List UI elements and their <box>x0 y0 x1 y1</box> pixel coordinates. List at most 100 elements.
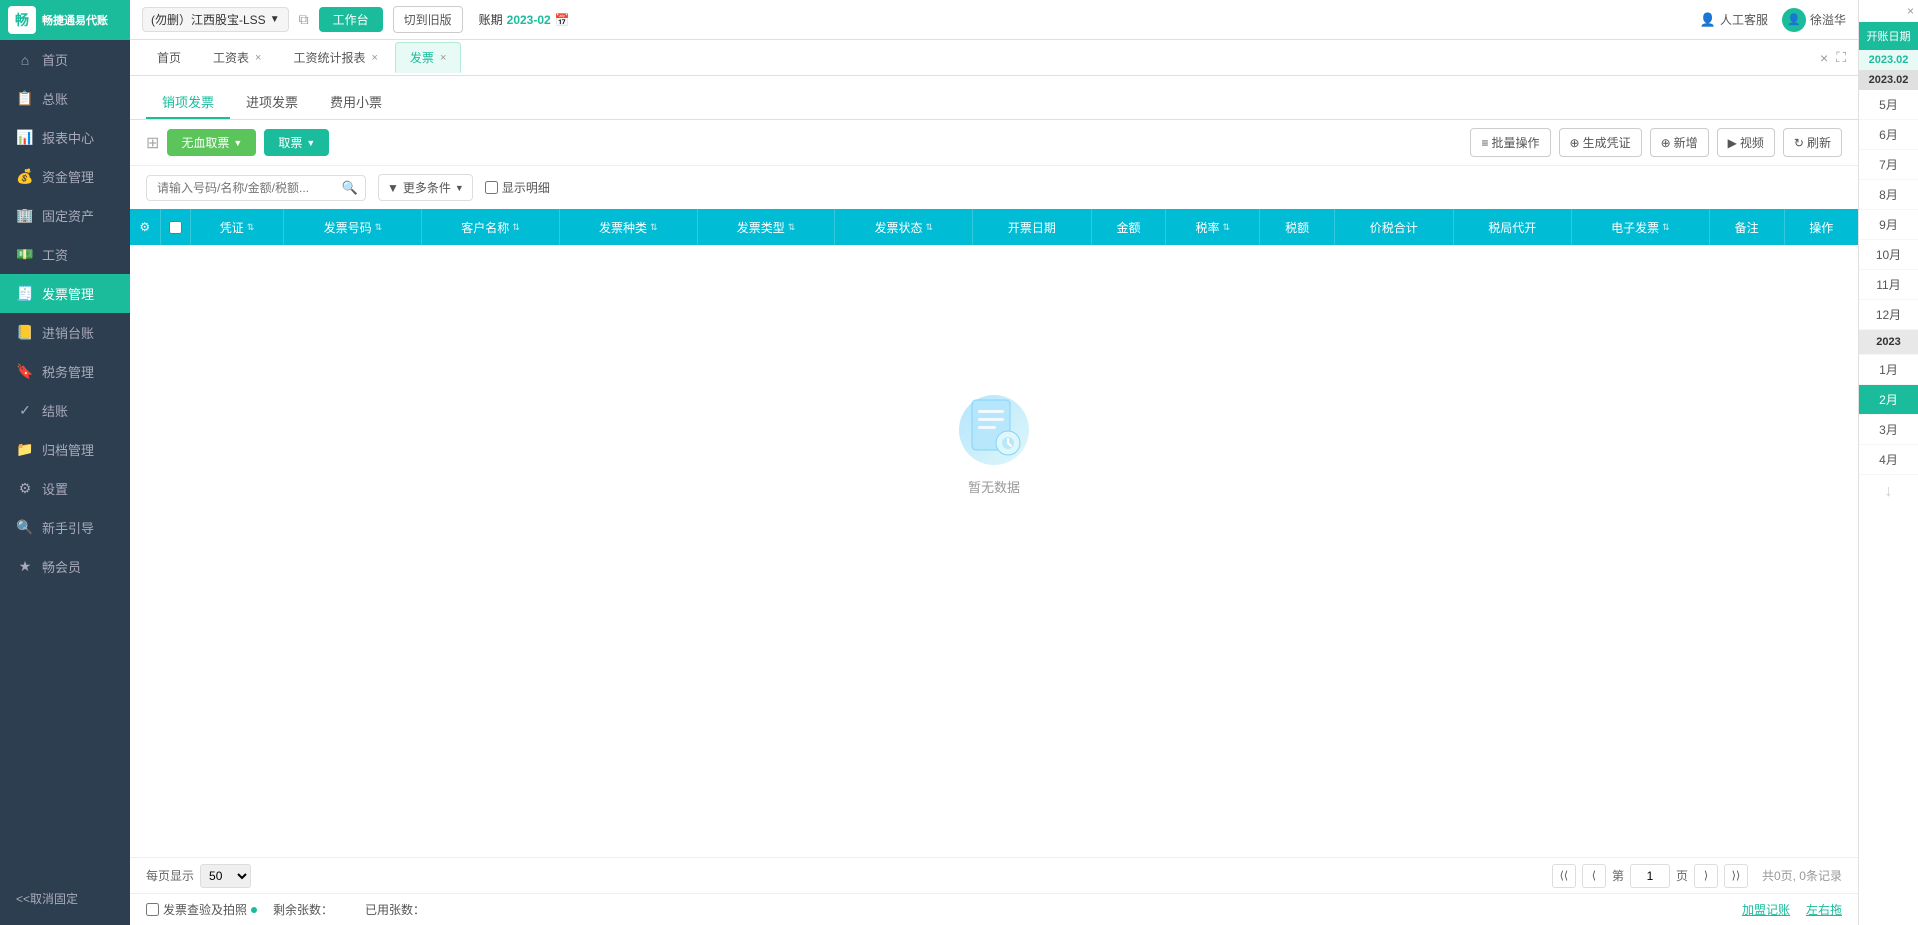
subtab-expense[interactable]: 费用小票 <box>314 86 398 119</box>
status-dot <box>251 907 257 913</box>
tabsbar-close-icon[interactable]: × <box>1820 50 1828 66</box>
sidebar-item-funds[interactable]: 💰 资金管理 <box>0 157 130 196</box>
user-profile[interactable]: 👤 徐溢华 <box>1782 8 1846 32</box>
no-tax-btn[interactable]: 无血取票 ▼ <box>167 129 256 156</box>
th-tax-rate[interactable]: 税率⇅ <box>1166 209 1260 245</box>
sidebar-item-archive[interactable]: 📁 归档管理 <box>0 430 130 469</box>
show-detail-checkbox[interactable]: 显示明细 <box>485 179 550 196</box>
subtab-sales-label: 销项发票 <box>162 95 214 110</box>
sidebar-unpin-btn[interactable]: <<取消固定 <box>10 882 120 915</box>
copy-icon[interactable]: ⧉ <box>299 11 309 28</box>
th-amount[interactable]: 金额 <box>1091 209 1166 245</box>
calendar-icon[interactable]: 📅 <box>555 13 570 27</box>
th-status[interactable]: 发票状态⇅ <box>835 209 973 245</box>
sidebar-item-member[interactable]: ★ 畅会员 <box>0 547 130 586</box>
search-input[interactable] <box>146 175 366 201</box>
sidebar-item-guide[interactable]: 🔍 新手引导 <box>0 508 130 547</box>
month-4[interactable]: 4月 <box>1859 445 1918 475</box>
th-remark[interactable]: 备注 <box>1709 209 1784 245</box>
tab-payroll-close-icon[interactable]: × <box>255 52 261 64</box>
sidebar-item-home[interactable]: ⌂ 首页 <box>0 40 130 79</box>
open-date-label: 开票日期 <box>1008 219 1056 236</box>
sidebar-item-settings[interactable]: ⚙ 设置 <box>0 469 130 508</box>
month-9[interactable]: 9月 <box>1859 210 1918 240</box>
take-ticket-btn[interactable]: 取票 ▼ <box>264 129 329 156</box>
support-btn[interactable]: 👤 人工客服 <box>1700 11 1768 28</box>
switch-version-btn[interactable]: 切到旧版 <box>393 6 463 33</box>
month-1[interactable]: 1月 <box>1859 355 1918 385</box>
video-btn[interactable]: ▶ 视频 <box>1717 128 1775 157</box>
select-all-checkbox[interactable] <box>169 221 182 234</box>
settings-icon: ⚙ <box>16 480 34 497</box>
th-tax-code[interactable]: 税局代开 <box>1453 209 1572 245</box>
new-btn[interactable]: ⊕ 新增 <box>1650 128 1709 157</box>
subtabs: 销项发票 进项发票 费用小票 <box>130 76 1858 120</box>
th-customer[interactable]: 客户名称⇅ <box>422 209 560 245</box>
month-8[interactable]: 8月 <box>1859 180 1918 210</box>
month-12[interactable]: 12月 <box>1859 300 1918 330</box>
page-input[interactable] <box>1630 864 1670 888</box>
next-page-btn[interactable]: ⟩ <box>1694 864 1718 888</box>
th-open-date[interactable]: 开票日期 <box>973 209 1092 245</box>
batch-ops-btn[interactable]: ≡ 批量操作 <box>1470 128 1550 157</box>
company-selector[interactable]: (勿删）江西股宝-LSS ▼ <box>142 7 289 32</box>
tab-home[interactable]: 首页 <box>142 42 196 73</box>
th-invoice-category[interactable]: 发票类型⇅ <box>697 209 835 245</box>
subtab-purchase[interactable]: 进项发票 <box>230 86 314 119</box>
right-panel-close-btn[interactable]: × <box>1859 0 1918 22</box>
tab-payroll-stats[interactable]: 工资统计报表 × <box>278 42 392 73</box>
filter-btn[interactable]: ▼ 更多条件 ▼ <box>378 174 473 201</box>
month-2[interactable]: 2月 <box>1859 385 1918 415</box>
tabsbar-maximize-icon[interactable]: ⛶ <box>1836 49 1846 66</box>
gen-voucher-btn[interactable]: ⊕ 生成凭证 <box>1559 128 1642 157</box>
month-5[interactable]: 5月 <box>1859 90 1918 120</box>
sidebar-item-closing[interactable]: ✓ 结账 <box>0 391 130 430</box>
right-panel: × 开账日期 2023.02 2023.02 5月 6月 7月 8月 9月 10… <box>1858 0 1918 925</box>
month-7[interactable]: 7月 <box>1859 150 1918 180</box>
avatar-icon: 👤 <box>1787 13 1801 26</box>
month-3[interactable]: 3月 <box>1859 415 1918 445</box>
th-tax[interactable]: 税额 <box>1260 209 1335 245</box>
th-invoice-no[interactable]: 发票号码⇅ <box>284 209 422 245</box>
sidebar-item-reports[interactable]: 📊 报表中心 <box>0 118 130 157</box>
sidebar-item-tax[interactable]: 🔖 税务管理 <box>0 352 130 391</box>
sidebar-item-invoices[interactable]: 🧾 发票管理 <box>0 274 130 313</box>
year-label-2[interactable]: 2023.02 <box>1859 70 1918 90</box>
th-total[interactable]: 价税合计 <box>1335 209 1454 245</box>
sidebar-item-ledger[interactable]: 📋 总账 <box>0 79 130 118</box>
tab-payroll-stats-close-icon[interactable]: × <box>371 52 377 64</box>
down-arrow-icon[interactable]: ↓ <box>1885 483 1893 501</box>
last-page-btn[interactable]: ⟩⟩ <box>1724 864 1748 888</box>
per-page-select[interactable]: 50 20 100 <box>200 864 251 888</box>
subtab-sales[interactable]: 销项发票 <box>146 86 230 119</box>
th-voucher[interactable]: 凭证⇅ <box>190 209 284 245</box>
feedback-link[interactable]: 左右拖 <box>1806 901 1842 918</box>
year-2022-label[interactable]: 2023.02 <box>1859 50 1918 70</box>
show-detail-input[interactable] <box>485 181 498 194</box>
verify-checkbox[interactable] <box>146 903 159 916</box>
workspace-btn[interactable]: 工作台 <box>319 7 383 32</box>
month-11[interactable]: 11月 <box>1859 270 1918 300</box>
prev-page-btn[interactable]: ⟨ <box>1582 864 1606 888</box>
sort-icon: ⇅ <box>1662 222 1670 233</box>
sidebar-item-payroll[interactable]: 💵 工资 <box>0 235 130 274</box>
take-ticket-chevron-icon: ▼ <box>306 138 315 148</box>
tab-invoices[interactable]: 发票 × <box>395 42 461 73</box>
th-e-invoice[interactable]: 电子发票⇅ <box>1572 209 1710 245</box>
th-check[interactable] <box>160 209 190 245</box>
month-6[interactable]: 6月 <box>1859 120 1918 150</box>
right-panel-header[interactable]: 开账日期 <box>1859 22 1918 50</box>
sidebar-item-salesledger[interactable]: 📒 进销台账 <box>0 313 130 352</box>
month-10[interactable]: 10月 <box>1859 240 1918 270</box>
page-nav: ⟨⟨ ⟨ 第 页 ⟩ ⟩⟩ 共0页, 0条记录 <box>1552 864 1842 888</box>
layout-icon[interactable]: ⊞ <box>146 133 159 153</box>
verify-checkbox-wrap[interactable]: 发票查验及拍照 <box>146 901 257 918</box>
first-page-btn[interactable]: ⟨⟨ <box>1552 864 1576 888</box>
join-link[interactable]: 加盟记账 <box>1742 901 1790 918</box>
tab-payroll[interactable]: 工资表 × <box>198 42 276 73</box>
tab-invoices-close-icon[interactable]: × <box>440 52 446 64</box>
refresh-btn[interactable]: ↻ 刷新 <box>1783 128 1842 157</box>
th-invoice-type[interactable]: 发票种类⇅ <box>559 209 697 245</box>
th-settings[interactable]: ⚙ <box>130 209 160 245</box>
sidebar-item-assets[interactable]: 🏢 固定资产 <box>0 196 130 235</box>
